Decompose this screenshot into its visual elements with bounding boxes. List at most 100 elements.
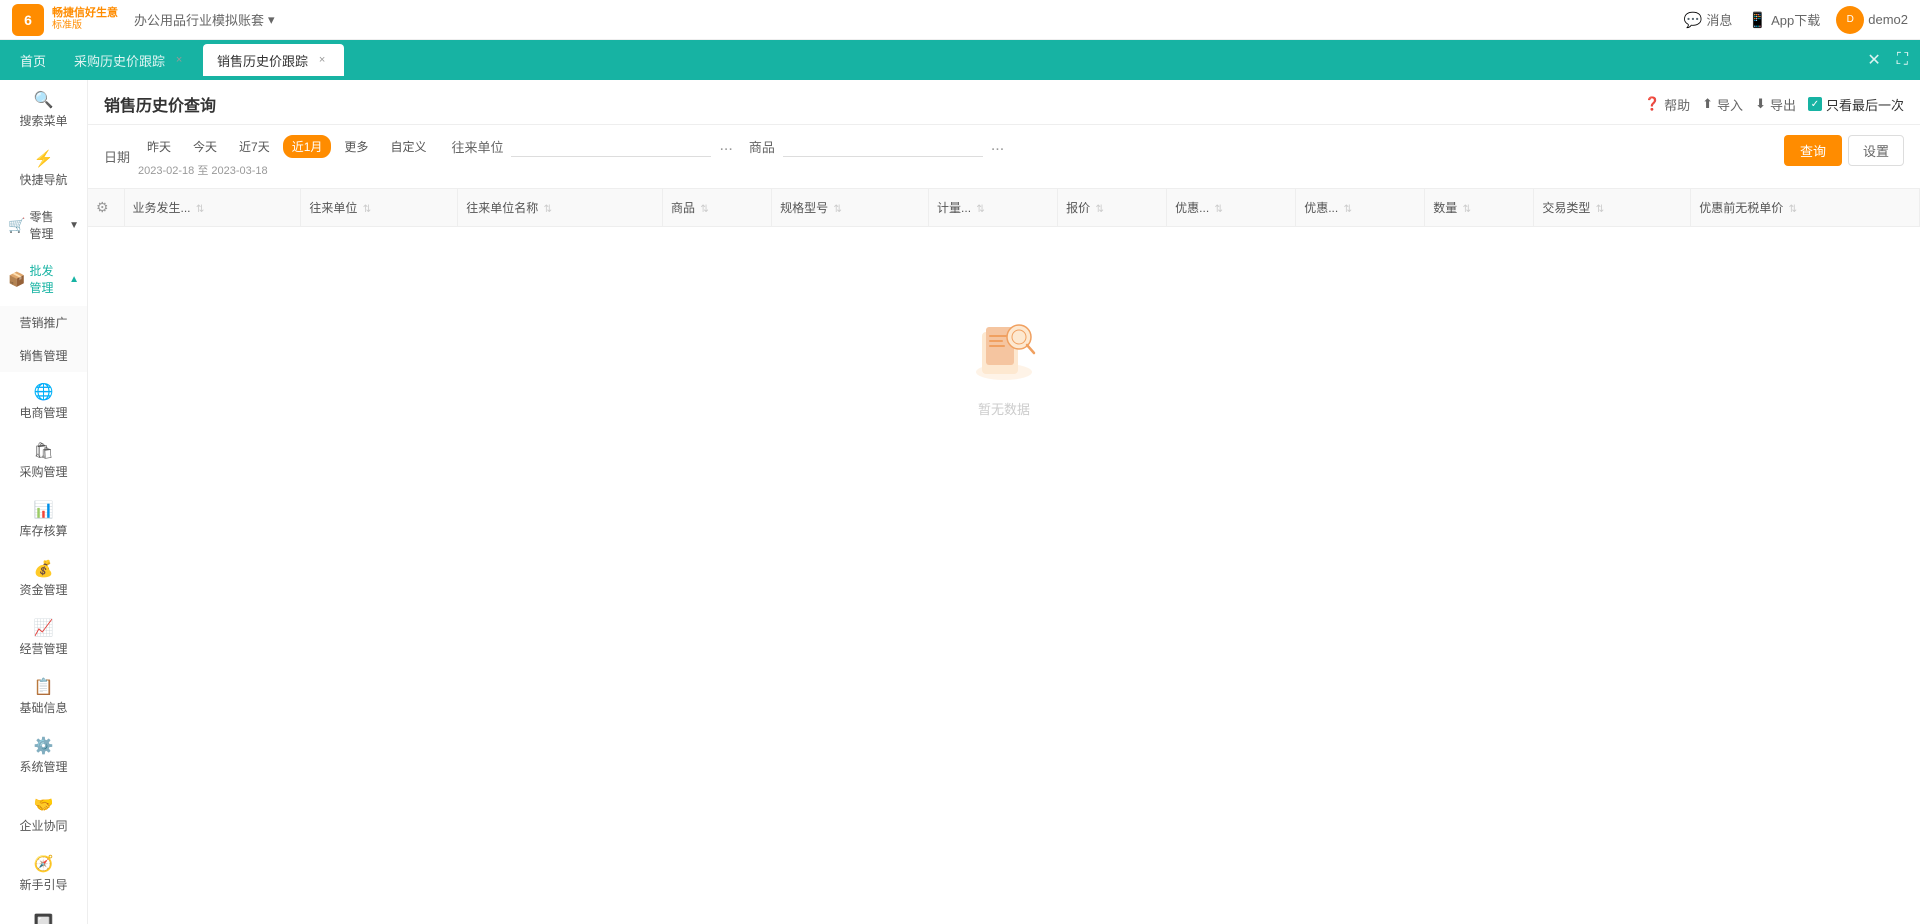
message-icon: 💬	[1684, 11, 1703, 29]
th-goods[interactable]: 商品 ⇅	[663, 189, 772, 227]
th-biz-date[interactable]: 业务发生... ⇅	[124, 189, 301, 227]
page-header: 销售历史价查询 ❓ 帮助 ⬆ 导入 ⬇ 导出 ✓ 只看最后一次	[88, 80, 1920, 125]
th-price[interactable]: 报价 ⇅	[1058, 189, 1167, 227]
empty-illustration	[964, 307, 1044, 387]
filter-actions: 查询 设置	[1784, 135, 1904, 166]
download-icon: 📱	[1748, 11, 1767, 29]
finance-icon: 💰	[4, 559, 83, 579]
empty-state: 暂无数据	[88, 227, 1920, 498]
chevron-up-icon: ▲	[69, 274, 79, 285]
export-button[interactable]: ⬇ 导出	[1755, 95, 1796, 114]
user-menu[interactable]: D demo2	[1836, 6, 1908, 34]
sidebar-item-finance[interactable]: 💰 资金管理	[0, 549, 87, 608]
message-button[interactable]: 💬 消息	[1684, 10, 1733, 29]
page-title: 销售历史价查询	[104, 92, 216, 116]
inventory-icon: 📊	[4, 500, 83, 520]
sidebar-item-marketing[interactable]: 营销推广	[0, 306, 87, 339]
main-layout: 🔍 搜索菜单 ⚡ 快捷导航 🛒 零售管理 ▼ 📦 批发管理 ▲ 营销推广 销售管…	[0, 80, 1920, 924]
th-discount2[interactable]: 优惠... ⇅	[1296, 189, 1425, 227]
sidebar-item-search[interactable]: 🔍 搜索菜单	[0, 80, 87, 139]
th-spec[interactable]: 规格型号 ⇅	[772, 189, 929, 227]
party-filter-label: 往来单位	[451, 137, 503, 156]
th-trade-type[interactable]: 交易类型 ⇅	[1534, 189, 1691, 227]
top-bar-left: 6 畅捷信好生意 标准版 办公用品行业模拟账套 ▾	[12, 4, 283, 36]
goods-input[interactable]	[783, 135, 983, 157]
tab-sales[interactable]: 销售历史价跟踪 ×	[203, 44, 344, 76]
tab-sales-close[interactable]: ×	[314, 52, 330, 68]
query-button[interactable]: 查询	[1784, 135, 1842, 166]
sidebar-item-wholesale[interactable]: 📦 批发管理 ▲	[0, 252, 87, 306]
sidebar-item-system[interactable]: ⚙️ 系统管理	[0, 726, 87, 785]
party-filter-group: 往来单位 ...	[451, 135, 732, 157]
th-party-name[interactable]: 往来单位名称 ⇅	[458, 189, 663, 227]
goods-search-icon[interactable]: ...	[991, 137, 1004, 155]
tab-purchase-close[interactable]: ×	[171, 52, 187, 68]
sort-icon: ⇅	[1344, 204, 1352, 215]
date-buttons-section: 昨天 今天 近7天 近1月 更多 自定义 2023-02-18 至 2023-0…	[138, 135, 435, 178]
help-icon: ❓	[1644, 96, 1660, 112]
date-btn-today[interactable]: 今天	[184, 135, 226, 158]
sidebar-item-app-center[interactable]: 🔲 应用中心	[0, 903, 87, 924]
enterprise-icon: 🤝	[4, 795, 83, 815]
goods-filter-group: 商品 ...	[749, 135, 1004, 157]
sort-icon: ⇅	[976, 204, 984, 215]
sort-icon: ⇅	[1596, 204, 1604, 215]
date-btn-more[interactable]: 更多	[335, 135, 377, 158]
search-icon: 🔍	[4, 90, 83, 110]
top-bar-right: 💬 消息 📱 App下载 D demo2	[1684, 6, 1908, 34]
sort-icon: ⇅	[1095, 204, 1103, 215]
help-button[interactable]: ❓ 帮助	[1644, 95, 1690, 114]
sidebar-item-shortcuts[interactable]: ⚡ 快捷导航	[0, 139, 87, 198]
sidebar-item-sales-mgmt[interactable]: 销售管理	[0, 339, 87, 372]
sidebar-item-inventory[interactable]: 📊 库存核算	[0, 490, 87, 549]
guide-icon: 🧭	[4, 854, 83, 874]
table-header: ⚙ 业务发生... ⇅ 往来单位 ⇅ 往来单位名称 ⇅	[88, 189, 1920, 227]
sidebar-item-basic[interactable]: 📋 基础信息	[0, 667, 87, 726]
sidebar-item-operations[interactable]: 📈 经营管理	[0, 608, 87, 667]
party-search-icon[interactable]: ...	[719, 137, 732, 155]
fullscreen-button[interactable]: ⛶	[1893, 47, 1912, 73]
th-quantity[interactable]: 数量 ⇅	[1425, 189, 1534, 227]
tab-purchase[interactable]: 采购历史价跟踪 ×	[60, 44, 201, 76]
tab-bar-actions: ✕ ⛶	[1863, 46, 1912, 74]
app-download-button[interactable]: 📱 App下载	[1748, 10, 1820, 29]
date-btn-custom[interactable]: 自定义	[381, 135, 435, 158]
basic-icon: 📋	[4, 677, 83, 697]
sidebar-item-ecommerce[interactable]: 🌐 电商管理	[0, 372, 87, 431]
close-all-tabs-button[interactable]: ✕	[1863, 46, 1884, 74]
sidebar-item-guide[interactable]: 🧭 新手引导	[0, 844, 87, 903]
settings-button[interactable]: 设置	[1848, 135, 1904, 166]
sidebar-item-retail[interactable]: 🛒 零售管理 ▼	[0, 198, 87, 252]
date-btn-1month[interactable]: 近1月	[283, 135, 332, 158]
th-settings: ⚙	[88, 189, 124, 227]
table-container: ⚙ 业务发生... ⇅ 往来单位 ⇅ 往来单位名称 ⇅	[88, 189, 1920, 924]
table-settings-icon[interactable]: ⚙	[96, 199, 109, 215]
company-selector[interactable]: 办公用品行业模拟账套 ▾	[126, 6, 283, 33]
system-icon: ⚙️	[4, 736, 83, 756]
date-btn-yesterday[interactable]: 昨天	[138, 135, 180, 158]
sidebar-item-enterprise[interactable]: 🤝 企业协同	[0, 785, 87, 844]
data-table: ⚙ 业务发生... ⇅ 往来单位 ⇅ 往来单位名称 ⇅	[88, 189, 1920, 227]
date-filter-label: 日期	[104, 147, 130, 166]
party-input[interactable]	[511, 135, 711, 157]
th-no-tax-price[interactable]: 优惠前无税单价 ⇅	[1691, 189, 1920, 227]
goods-filter-label: 商品	[749, 137, 775, 156]
th-discount1[interactable]: 优惠... ⇅	[1167, 189, 1296, 227]
import-button[interactable]: ⬆ 导入	[1702, 95, 1743, 114]
app-logo: 6	[12, 4, 44, 36]
wholesale-icon: 📦	[8, 271, 25, 288]
sort-icon: ⇅	[1789, 204, 1797, 215]
sidebar-item-purchase[interactable]: 🛍 采购管理	[0, 431, 87, 490]
last-only-checkbox[interactable]: ✓ 只看最后一次	[1808, 95, 1904, 114]
filter-bar: 日期 昨天 今天 近7天 近1月 更多 自定义 2023-02-18 至 202…	[88, 125, 1920, 189]
import-icon: ⬆	[1702, 96, 1713, 112]
shortcuts-icon: ⚡	[4, 149, 83, 169]
sort-icon: ⇅	[196, 204, 204, 215]
date-btn-7days[interactable]: 近7天	[230, 135, 279, 158]
app-center-icon: 🔲	[4, 913, 83, 924]
th-unit[interactable]: 计量... ⇅	[929, 189, 1058, 227]
page-header-actions: ❓ 帮助 ⬆ 导入 ⬇ 导出 ✓ 只看最后一次	[1644, 95, 1904, 114]
purchase-icon: 🛍	[4, 441, 83, 461]
tab-home[interactable]: 首页	[8, 44, 58, 76]
th-party-code[interactable]: 往来单位 ⇅	[301, 189, 458, 227]
